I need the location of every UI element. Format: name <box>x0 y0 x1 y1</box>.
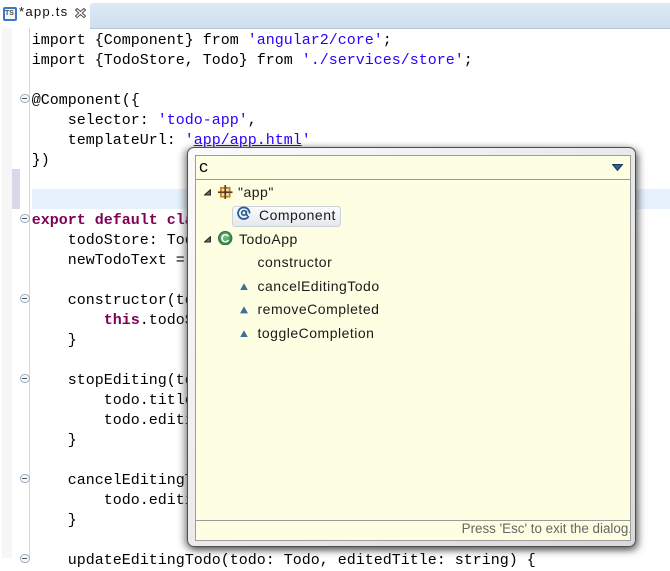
svg-text:C: C <box>221 231 230 245</box>
